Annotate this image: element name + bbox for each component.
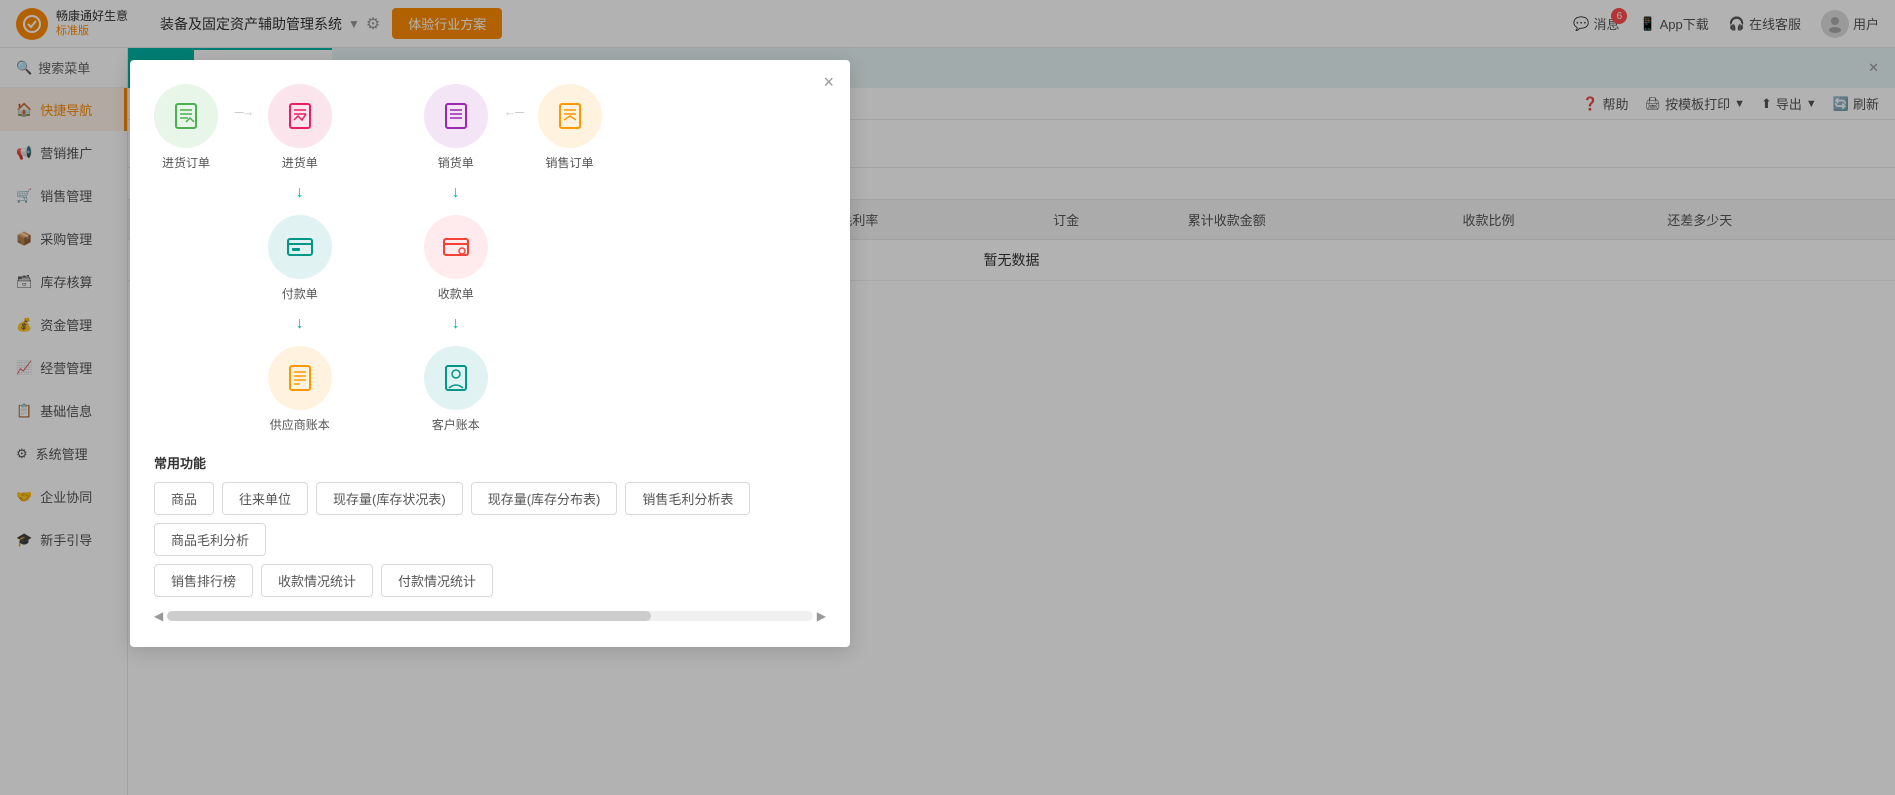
flow-node-sales-order[interactable]: 销售订单 — [538, 84, 602, 171]
func-btn-partner[interactable]: 往来单位 — [222, 482, 308, 515]
flow-node-payment[interactable]: 付款单 — [268, 215, 332, 302]
func-buttons-row2: 销售排行榜 收款情况统计 付款情况统计 — [154, 564, 826, 597]
scrollbar-thumb[interactable] — [167, 611, 651, 621]
flow-col-purchase-order: 进货订单 — [154, 84, 218, 171]
purchase-bill-circle — [268, 84, 332, 148]
app-container: 畅康通好生意 标准版 装备及固定资产辅助管理系统 ▼ ⚙ 体验行业方案 💬 消息… — [0, 0, 1895, 795]
arrow-right-2: ← - - - - — [504, 84, 522, 119]
page-content: ❓ 帮助 🖨 按模板打印 ▼ ⬆ 导出 ▼ 🔄 — [128, 88, 1895, 795]
arrow-down-4: ↓ — [452, 316, 460, 332]
arrow-down-3: ↓ — [452, 185, 460, 201]
receipt-label: 收款单 — [438, 285, 474, 302]
flow-col-purchase-bill: 进货单 ↓ 付款单 ↓ — [268, 84, 332, 433]
modal-overlay[interactable]: × 进货订单 — [128, 48, 1895, 795]
customer-account-circle — [424, 346, 488, 410]
purchase-order-circle — [154, 84, 218, 148]
sales-bill-label: 销货单 — [438, 154, 474, 171]
scrollbar-track[interactable] — [167, 611, 813, 621]
payment-label: 付款单 — [282, 285, 318, 302]
supplier-account-circle — [268, 346, 332, 410]
supplier-account-label: 供应商账本 — [270, 416, 330, 433]
func-btn-sales-ranking[interactable]: 销售排行榜 — [154, 564, 253, 597]
func-btn-sales-profit[interactable]: 销售毛利分析表 — [625, 482, 750, 515]
purchase-bill-label: 进货单 — [282, 154, 318, 171]
scroll-arrows: ◀ ▶ — [154, 609, 826, 623]
func-buttons-row1: 商品 往来单位 现存量(库存状况表) 现存量(库存分布表) 销售毛利分析表 商品… — [154, 482, 826, 556]
func-btn-stock-status[interactable]: 现存量(库存状况表) — [316, 482, 463, 515]
receipt-circle — [424, 215, 488, 279]
flow-node-supplier-account[interactable]: 供应商账本 — [268, 346, 332, 433]
flow-diagram: 进货订单 - - - - → — [154, 84, 826, 433]
arrow-down-1: ↓ — [296, 185, 304, 201]
func-btn-product-profit[interactable]: 商品毛利分析 — [154, 523, 266, 556]
modal-scrollbar-area: ◀ ▶ — [154, 609, 826, 623]
purchase-order-label: 进货订单 — [162, 154, 210, 171]
flow-node-customer-account[interactable]: 客户账本 — [424, 346, 488, 433]
scroll-left-arrow[interactable]: ◀ — [154, 609, 163, 623]
common-funcs-title: 常用功能 — [154, 453, 826, 472]
modal-close-button[interactable]: × — [823, 72, 834, 93]
common-functions-section: 常用功能 商品 往来单位 现存量(库存状况表) 现存量(库存分布表) 销售毛利分… — [154, 453, 826, 597]
func-btn-stock-dist[interactable]: 现存量(库存分布表) — [471, 482, 618, 515]
sales-bill-circle — [424, 84, 488, 148]
func-btn-receipt-stats[interactable]: 收款情况统计 — [261, 564, 373, 597]
main-area: 🔍 搜索菜单 🏠 快捷导航 📢 营销推广 🛒 销售管理 📦 采购管理 🗃 — [0, 48, 1895, 795]
scroll-right-arrow[interactable]: ▶ — [817, 609, 826, 623]
modal-box: × 进货订单 — [130, 60, 850, 647]
flow-node-purchase-order[interactable]: 进货订单 — [154, 84, 218, 171]
flow-node-sales-bill[interactable]: 销货单 — [424, 84, 488, 171]
func-btn-product[interactable]: 商品 — [154, 482, 214, 515]
sales-order-label: 销售订单 — [546, 154, 594, 171]
flow-col-sales-bill: 销货单 ↓ 收款单 ↓ — [424, 84, 488, 433]
customer-account-label: 客户账本 — [432, 416, 480, 433]
flow-node-receipt[interactable]: 收款单 — [424, 215, 488, 302]
sales-order-circle — [538, 84, 602, 148]
func-btn-payment-stats[interactable]: 付款情况统计 — [381, 564, 493, 597]
arrow-right-1: - - - - → — [234, 84, 252, 119]
arrow-down-2: ↓ — [296, 316, 304, 332]
flow-col-sales-order: 销售订单 — [538, 84, 602, 171]
flow-node-purchase-bill[interactable]: 进货单 — [268, 84, 332, 171]
payment-circle — [268, 215, 332, 279]
content-area: 首页 销售订单执行表 × ✕ ❓ 帮助 🖨 — [128, 48, 1895, 795]
